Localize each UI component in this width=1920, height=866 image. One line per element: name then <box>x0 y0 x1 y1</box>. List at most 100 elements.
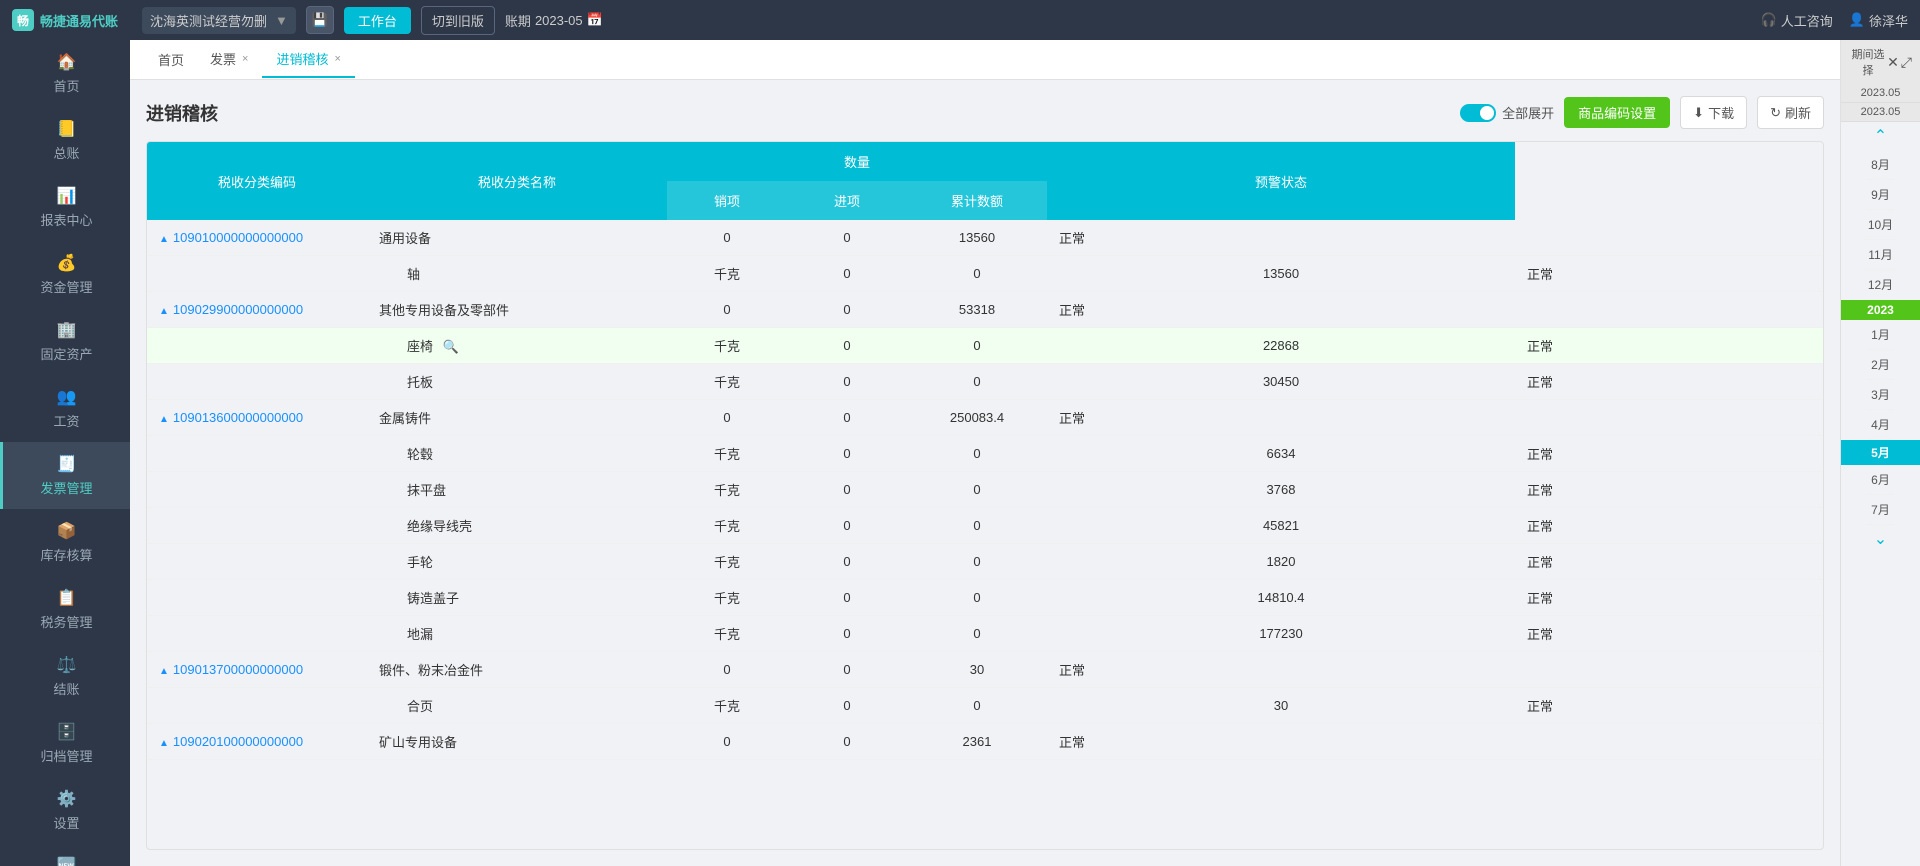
cell-name: 抹平盘 <box>367 472 667 508</box>
sidebar-item-ledger[interactable]: 📒 总账 <box>0 107 130 174</box>
refresh-button[interactable]: ↻ 刷新 <box>1757 96 1824 129</box>
sidebar-label-home: 首页 <box>53 76 79 95</box>
sidebar-item-home[interactable]: 🏠 首页 <box>0 40 130 107</box>
workstation-button[interactable]: 工作台 <box>344 7 411 34</box>
period-month-2[interactable]: 2月 <box>1867 350 1894 380</box>
table-row[interactable]: 绝缘导线壳 千克 0 0 45821 正常 <box>147 508 1823 544</box>
cell-total: 1820 <box>1047 544 1515 580</box>
table-row[interactable]: 轴 千克 0 0 13560 正常 <box>147 256 1823 292</box>
finance-icon: 💰 <box>57 253 77 273</box>
period-month-10[interactable]: 10月 <box>1864 210 1897 240</box>
expand-icon[interactable]: ▲ <box>159 414 169 425</box>
table-row[interactable]: 抹平盘 千克 0 0 3768 正常 <box>147 472 1823 508</box>
download-button[interactable]: ⬇ 下载 <box>1680 96 1747 129</box>
sidebar-item-salary[interactable]: 👥 工资 <box>0 375 130 442</box>
expand-icon[interactable]: ▲ <box>159 666 169 677</box>
period-month-11[interactable]: 11月 <box>1864 240 1896 270</box>
sidebar-item-tax[interactable]: 📋 税务管理 <box>0 576 130 643</box>
period-month-9[interactable]: 9月 <box>1867 180 1894 210</box>
table-row[interactable]: 铸造盖子 千克 0 0 14810.4 正常 <box>147 580 1823 616</box>
expand-panel-icon[interactable]: ⤢ <box>1901 54 1912 71</box>
table-row[interactable]: ▲109013600000000000 金属铸件 0 0 250083.4 正常 <box>147 400 1823 436</box>
sidebar-item-invoice[interactable]: 🧾 发票管理 <box>0 442 130 509</box>
sidebar-item-assets[interactable]: 🏢 固定资产 <box>0 308 130 375</box>
tab-invoice[interactable]: 发票 × <box>196 41 262 78</box>
table-row[interactable]: ▲109010000000000000 通用设备 0 0 13560 正常 <box>147 220 1823 256</box>
tax-icon: 📋 <box>57 588 77 608</box>
cell-total: 13560 <box>907 220 1047 256</box>
period-month-7[interactable]: 7月 <box>1867 495 1894 525</box>
calendar-icon[interactable]: 📅 <box>587 12 603 28</box>
chevron-down-icon: ▼ <box>275 13 288 28</box>
tab-home[interactable]: 首页 <box>146 50 196 69</box>
scroll-down-button[interactable]: ⌄ <box>1870 525 1891 553</box>
expand-icon[interactable]: ▲ <box>159 738 169 749</box>
table-row[interactable]: 地漏 千克 0 0 177230 正常 <box>147 616 1823 652</box>
cell-sales: 0 <box>787 436 907 472</box>
table-row[interactable]: 轮毂 千克 0 0 6634 正常 <box>147 436 1823 472</box>
scroll-up-button[interactable]: ⌃ <box>1870 122 1891 150</box>
table-row[interactable]: 手轮 千克 0 0 1820 正常 <box>147 544 1823 580</box>
sidebar-item-settlement[interactable]: ⚖️ 结账 <box>0 643 130 710</box>
expand-icon[interactable]: ▲ <box>159 306 169 317</box>
settlement-icon: ⚖️ <box>57 655 77 675</box>
tab-reconcile[interactable]: 进销稽核 × <box>262 41 354 78</box>
switch-version-button[interactable]: 切到旧版 <box>421 6 495 35</box>
download-icon: ⬇ <box>1693 105 1704 121</box>
period-month-12[interactable]: 12月 <box>1864 270 1897 300</box>
tab-invoice-close[interactable]: × <box>242 53 248 65</box>
sidebar-item-archive[interactable]: 🗄️ 归档管理 <box>0 710 130 777</box>
support-button[interactable]: 🎧 人工咨询 <box>1761 11 1833 30</box>
page-actions: 全部展开 商品编码设置 ⬇ 下载 ↻ 刷新 <box>1460 96 1824 129</box>
sidebar-item-report[interactable]: 📊 报表中心 <box>0 174 130 241</box>
sidebar-item-inventory[interactable]: 📦 库存核算 <box>0 509 130 576</box>
data-table-container[interactable]: 税收分类编码 税收分类名称 数量 预警状态 销项 进项 累计数额 <box>146 141 1824 850</box>
period-year-2: 2023.05 <box>1841 103 1920 122</box>
sidebar-item-settings[interactable]: ⚙️ 设置 <box>0 777 130 844</box>
tab-reconcile-close[interactable]: × <box>334 53 340 65</box>
cell-sales: 0 <box>667 652 787 688</box>
cell-code: ▲109020100000000000 <box>147 724 367 760</box>
product-code-button[interactable]: 商品编码设置 <box>1564 97 1670 128</box>
close-panel-icon[interactable]: ✕ <box>1887 54 1899 71</box>
cell-code <box>147 688 367 724</box>
user-avatar[interactable]: 👤 徐泽华 <box>1849 11 1908 30</box>
search-icon[interactable]: 🔍 <box>443 339 459 354</box>
period-month-1[interactable]: 1月 <box>1867 320 1894 350</box>
tab-bar: 首页 发票 × 进销稽核 × <box>130 40 1840 80</box>
sidebar-item-guide[interactable]: 🆕 新手引导 <box>0 844 130 866</box>
sidebar-item-finance[interactable]: 💰 资金管理 <box>0 241 130 308</box>
cell-code <box>147 472 367 508</box>
company-selector[interactable]: 沈海英测试经营勿删 ▼ <box>142 7 296 34</box>
table-row[interactable]: 托板 千克 0 0 30450 正常 <box>147 364 1823 400</box>
table-row[interactable]: 合页 千克 0 0 30 正常 <box>147 688 1823 724</box>
period-month-5-active[interactable]: 5月 <box>1841 440 1920 465</box>
table-row[interactable]: ▲109020100000000000 矿山专用设备 0 0 2361 正常 <box>147 724 1823 760</box>
cell-name: 轮毂 <box>367 436 667 472</box>
sidebar-label-ledger: 总账 <box>53 143 79 162</box>
period-month-6[interactable]: 6月 <box>1867 465 1894 495</box>
user-label: 徐泽华 <box>1869 11 1908 30</box>
cell-unit: 千克 <box>667 364 787 400</box>
cell-sales: 0 <box>787 544 907 580</box>
cell-name: 通用设备 <box>367 220 667 256</box>
main-layout: 🏠 首页 📒 总账 📊 报表中心 💰 资金管理 🏢 固定资产 👥 工资 🧾 发票… <box>0 40 1920 866</box>
cell-sales: 0 <box>787 472 907 508</box>
cell-name: 金属铸件 <box>367 400 667 436</box>
table-row[interactable]: 座椅 🔍 千克 0 0 22868 正常 <box>147 328 1823 364</box>
expand-toggle-label: 全部展开 <box>1460 103 1554 122</box>
period-month-4[interactable]: 4月 <box>1867 410 1894 440</box>
settings-icon: ⚙️ <box>57 789 77 809</box>
save-button[interactable]: 💾 <box>306 6 334 34</box>
period-month-8[interactable]: 8月 <box>1867 150 1894 180</box>
expand-icon[interactable]: ▲ <box>159 234 169 245</box>
cell-total: 53318 <box>907 292 1047 328</box>
cell-code <box>147 616 367 652</box>
cell-total: 45821 <box>1047 508 1515 544</box>
expand-toggle[interactable] <box>1460 104 1496 122</box>
table-row[interactable]: ▲109013700000000000 锻件、粉末冶金件 0 0 30 正常 <box>147 652 1823 688</box>
period-month-3[interactable]: 3月 <box>1867 380 1894 410</box>
cell-total: 30450 <box>1047 364 1515 400</box>
table-row[interactable]: ▲109029900000000000 其他专用设备及零部件 0 0 53318… <box>147 292 1823 328</box>
cell-unit: 千克 <box>667 580 787 616</box>
